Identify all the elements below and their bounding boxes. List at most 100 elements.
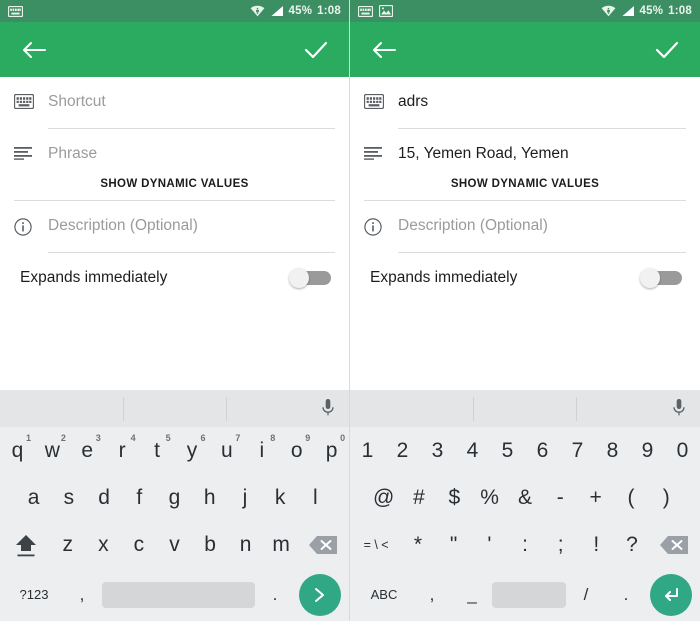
expands-immediately-toggle[interactable] — [640, 268, 682, 288]
key-hash[interactable]: # — [401, 474, 436, 521]
enter-key[interactable] — [299, 573, 341, 616]
description-input[interactable]: Description (Optional) — [48, 215, 335, 236]
phrase-field-wrap[interactable]: 15, Yemen Road, Yemen — [398, 143, 686, 164]
back-button[interactable] — [368, 35, 398, 65]
space-key[interactable] — [102, 568, 255, 621]
phrase-row: Phrase — [14, 129, 335, 164]
key-7[interactable]: 7 — [560, 427, 595, 474]
key-paren-close[interactable]: ) — [649, 474, 684, 521]
suggestion-strip[interactable] — [0, 390, 349, 427]
space-key[interactable] — [492, 568, 566, 621]
mic-button[interactable] — [321, 398, 335, 423]
key-w[interactable]: 2w — [35, 427, 70, 474]
suggestion-strip[interactable] — [350, 390, 700, 427]
key-p[interactable]: 0p — [314, 427, 349, 474]
key-3[interactable]: 3 — [420, 427, 455, 474]
key-0[interactable]: 0 — [665, 427, 700, 474]
expands-immediately-row[interactable]: Expands immediately — [14, 253, 335, 288]
shortcut-input[interactable]: adrs — [398, 91, 686, 112]
back-button[interactable] — [18, 35, 48, 65]
phrase-field-wrap[interactable]: Phrase — [48, 143, 335, 164]
shortcut-field-wrap[interactable]: adrs — [398, 91, 686, 129]
key-4[interactable]: 4 — [455, 427, 490, 474]
key-6[interactable]: 6 — [525, 427, 560, 474]
show-dynamic-values-button[interactable]: SHOW DYNAMIC VALUES — [364, 164, 686, 194]
key-percent[interactable]: % — [472, 474, 507, 521]
expands-immediately-label: Expands immediately — [20, 269, 168, 286]
key-at[interactable]: @ — [366, 474, 401, 521]
key-n[interactable]: n — [228, 521, 264, 568]
key-plus[interactable]: + — [578, 474, 613, 521]
key-9[interactable]: 9 — [630, 427, 665, 474]
key-question[interactable]: ? — [614, 521, 650, 568]
key-5[interactable]: 5 — [490, 427, 525, 474]
key-2[interactable]: 2 — [385, 427, 420, 474]
phrase-input[interactable]: 15, Yemen Road, Yemen — [398, 143, 686, 164]
key-d[interactable]: d — [86, 474, 121, 521]
alpha-mode-key[interactable]: ABC — [356, 568, 412, 621]
key-e[interactable]: 3e — [70, 427, 105, 474]
clock: 1:08 — [317, 5, 341, 17]
key-1[interactable]: 1 — [350, 427, 385, 474]
key-s[interactable]: s — [51, 474, 86, 521]
key-v[interactable]: v — [157, 521, 193, 568]
phrase-input[interactable]: Phrase — [48, 143, 335, 164]
alt-symbols-key[interactable]: = \ < — [352, 521, 400, 568]
key-q[interactable]: 1q — [0, 427, 35, 474]
description-underline — [398, 252, 686, 253]
key-k[interactable]: k — [263, 474, 298, 521]
key-g[interactable]: g — [157, 474, 192, 521]
description-field-wrap[interactable]: Description (Optional) — [398, 215, 686, 253]
key-comma[interactable]: , — [62, 568, 102, 621]
shortcut-input[interactable]: Shortcut — [48, 91, 335, 112]
suggestion-divider — [226, 397, 227, 421]
key-quote-double[interactable]: " — [436, 521, 472, 568]
description-input[interactable]: Description (Optional) — [398, 215, 686, 236]
key-y[interactable]: 6y — [175, 427, 210, 474]
key-asterisk[interactable]: * — [400, 521, 436, 568]
key-b[interactable]: b — [192, 521, 228, 568]
save-button[interactable] — [301, 35, 331, 65]
shortcut-field-wrap[interactable]: Shortcut — [48, 91, 335, 129]
key-o[interactable]: 9o — [279, 427, 314, 474]
mic-button[interactable] — [672, 398, 686, 423]
key-x[interactable]: x — [86, 521, 122, 568]
key-quote-single[interactable]: ' — [472, 521, 508, 568]
key-period[interactable]: . — [606, 568, 646, 621]
key-8[interactable]: 8 — [595, 427, 630, 474]
show-dynamic-values-button[interactable]: SHOW DYNAMIC VALUES — [14, 164, 335, 194]
key-i[interactable]: 8i — [244, 427, 279, 474]
keyboard-row-4: ABC , _ / . — [350, 568, 700, 621]
key-hyphen[interactable]: - — [543, 474, 578, 521]
backspace-key[interactable] — [650, 521, 698, 568]
key-dollar[interactable]: $ — [437, 474, 472, 521]
key-ampersand[interactable]: & — [507, 474, 542, 521]
key-a[interactable]: a — [16, 474, 51, 521]
key-h[interactable]: h — [192, 474, 227, 521]
key-comma[interactable]: , — [412, 568, 452, 621]
key-t[interactable]: 5t — [140, 427, 175, 474]
key-exclamation[interactable]: ! — [579, 521, 615, 568]
key-m[interactable]: m — [263, 521, 299, 568]
key-slash[interactable]: / — [566, 568, 606, 621]
expands-immediately-row[interactable]: Expands immediately — [364, 253, 686, 288]
key-underscore[interactable]: _ — [452, 568, 492, 621]
key-period[interactable]: . — [255, 568, 295, 621]
description-field-wrap[interactable]: Description (Optional) — [48, 215, 335, 253]
key-j[interactable]: j — [227, 474, 262, 521]
key-semicolon[interactable]: ; — [543, 521, 579, 568]
key-paren-open[interactable]: ( — [613, 474, 648, 521]
expands-immediately-toggle[interactable] — [289, 268, 331, 288]
key-c[interactable]: c — [121, 521, 157, 568]
key-u[interactable]: 7u — [209, 427, 244, 474]
key-r[interactable]: 4r — [105, 427, 140, 474]
key-l[interactable]: l — [298, 474, 333, 521]
backspace-key[interactable] — [299, 521, 347, 568]
key-z[interactable]: z — [50, 521, 86, 568]
key-colon[interactable]: : — [507, 521, 543, 568]
key-f[interactable]: f — [122, 474, 157, 521]
symbols-mode-key[interactable]: ?123 — [6, 568, 62, 621]
enter-key[interactable] — [650, 573, 692, 616]
save-button[interactable] — [652, 35, 682, 65]
shift-key[interactable] — [2, 521, 50, 568]
